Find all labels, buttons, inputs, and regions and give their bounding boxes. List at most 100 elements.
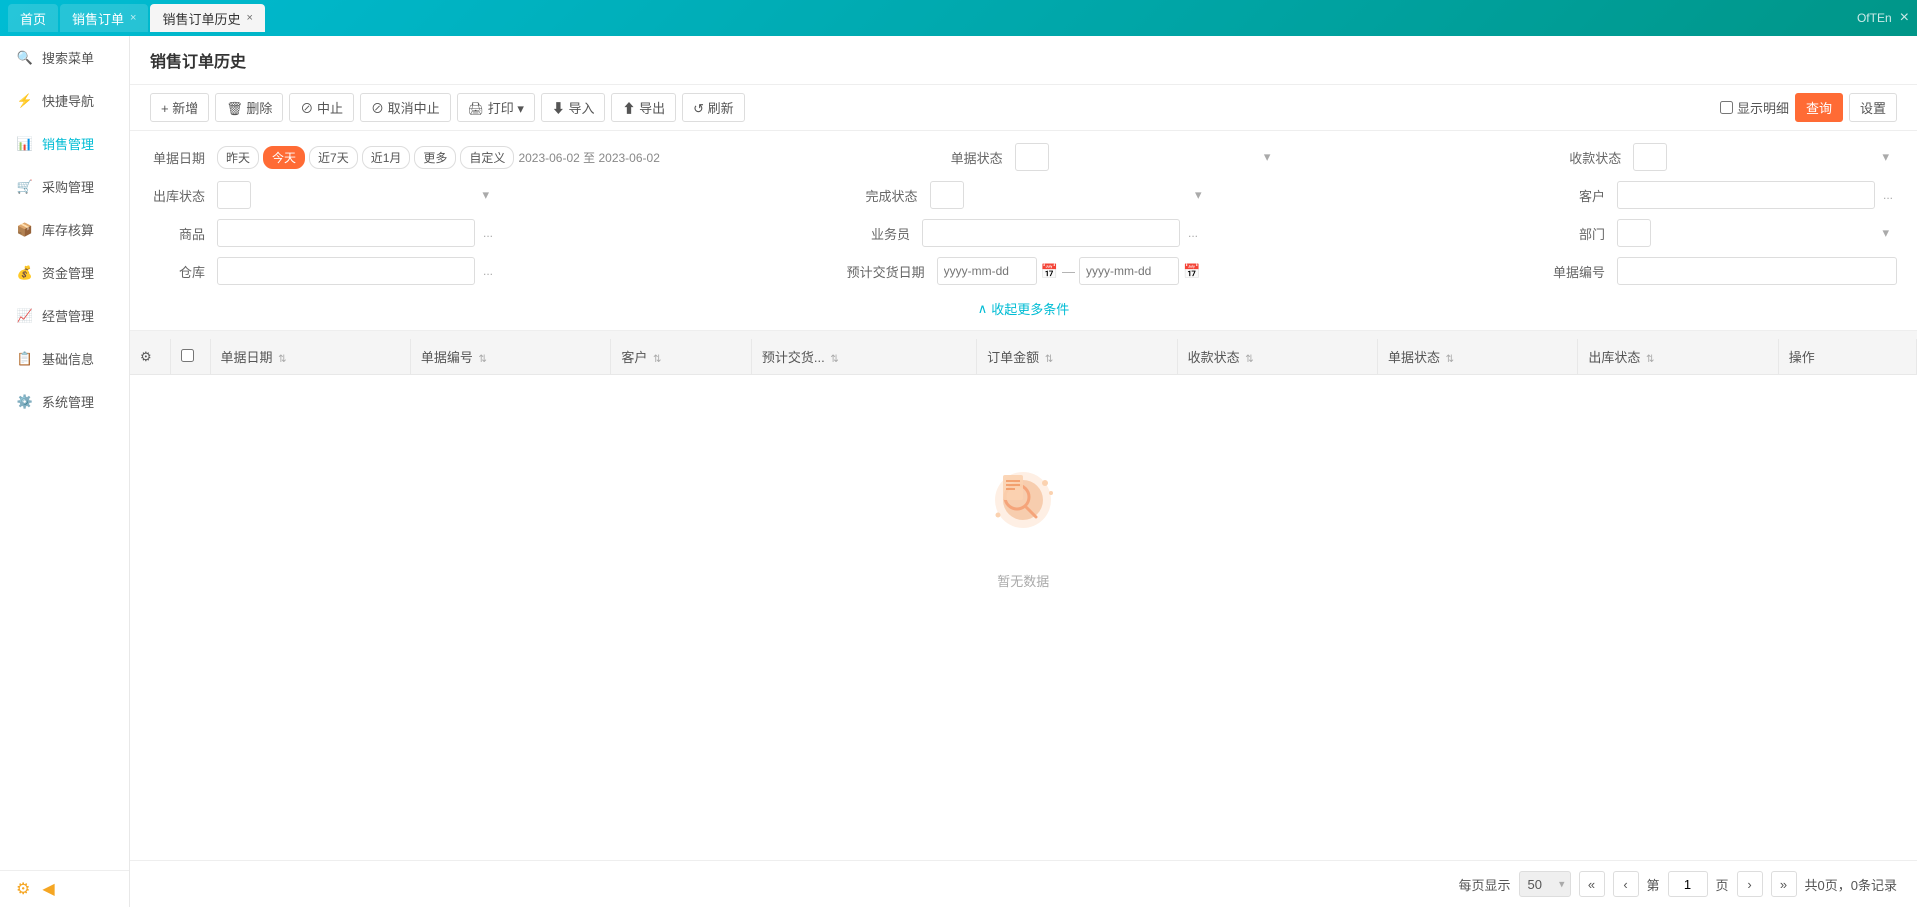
sidebar-bottom: ⚙ ◀ [0, 870, 129, 907]
sidebar-settings-icon[interactable]: ⚙ [16, 879, 30, 899]
page-number-input[interactable] [1668, 871, 1708, 897]
sort-icon-number: ⇅ [479, 354, 487, 365]
empty-text: 暂无数据 [997, 571, 1049, 590]
salesman-input[interactable] [922, 219, 1180, 247]
dept-select[interactable] [1617, 219, 1651, 247]
date-group: 昨天 今天 近7天 近1月 更多 自定义 2023-06-02 至 2023-0… [217, 146, 660, 169]
date-btn-today[interactable]: 今天 [263, 146, 305, 169]
tab-sales-order-close[interactable]: × [130, 12, 136, 24]
date-btn-more[interactable]: 更多 [414, 146, 456, 169]
expected-date-to[interactable] [1079, 257, 1179, 285]
out-status-select-wrapper [217, 181, 497, 209]
th-settings[interactable]: ⚙ [130, 339, 170, 375]
print-button[interactable]: 🖨 打印 ▾ [457, 93, 535, 122]
refresh-button[interactable]: ↺ 刷新 [682, 93, 745, 122]
next-page-icon: › [1747, 877, 1751, 892]
tab-sales-order[interactable]: 销售订单 × [60, 4, 148, 32]
export-button[interactable]: ⬆ 导出 [611, 93, 676, 122]
sidebar-item-sales-mgmt[interactable]: 📊 销售管理 [0, 122, 129, 165]
display-cols-checkbox-label[interactable]: 显示明细 [1720, 98, 1789, 117]
date-range-display: 2023-06-02 至 2023-06-02 [518, 149, 659, 166]
purchase-mgmt-icon: 🛒 [16, 178, 34, 196]
th-out-status[interactable]: 出库状态 ⇅ [1578, 339, 1778, 375]
window-close-btn[interactable]: × [1900, 9, 1909, 27]
select-all-checkbox[interactable] [181, 349, 194, 362]
sort-icon-doc-status: ⇅ [1446, 354, 1454, 365]
display-cols-label: 显示明细 [1737, 98, 1789, 117]
product-filter-label: 商品 [150, 224, 205, 243]
out-status-filter-label: 出库状态 [150, 186, 205, 205]
prev-page-icon: ‹ [1623, 877, 1627, 892]
sidebar-item-sales-mgmt-label: 销售管理 [42, 134, 94, 153]
empty-state: 暂无数据 [130, 375, 1917, 670]
add-button[interactable]: + 新增 [150, 93, 209, 122]
sidebar-item-purchase-mgmt-label: 采购管理 [42, 177, 94, 196]
customer-more-btn[interactable]: ... [1879, 188, 1897, 202]
stop-button[interactable]: ⊘ 中止 [289, 93, 354, 122]
th-checkbox[interactable] [170, 339, 210, 375]
sidebar-item-purchase-mgmt[interactable]: 🛒 采购管理 [0, 165, 129, 208]
per-page-select[interactable]: 10 20 50 100 [1519, 871, 1571, 897]
sidebar-item-basic-info[interactable]: 📋 基础信息 [0, 337, 129, 380]
query-button[interactable]: 查询 [1795, 93, 1843, 122]
doc-number-input[interactable] [1617, 257, 1897, 285]
tab-sales-order-history[interactable]: 销售订单历史 × [150, 4, 264, 32]
warehouse-input[interactable] [217, 257, 475, 285]
delete-button[interactable]: 🗑 删除 [215, 93, 283, 122]
sidebar-item-finance-mgmt[interactable]: 💰 资金管理 [0, 251, 129, 294]
sidebar-collapse-icon[interactable]: ◀ [42, 879, 54, 899]
th-date[interactable]: 单据日期 ⇅ [210, 339, 410, 375]
expected-date-from[interactable] [937, 257, 1037, 285]
date-btn-last-month[interactable]: 近1月 [362, 146, 411, 169]
table-header: ⚙ 单据日期 ⇅ 单据编号 ⇅ [130, 339, 1917, 375]
next-page-btn[interactable]: › [1737, 871, 1763, 897]
import-button[interactable]: ⬇ 导入 [541, 93, 606, 122]
sidebar-item-search-menu[interactable]: 🔍 搜索菜单 [0, 36, 129, 79]
cal-icon-to[interactable]: 📅 [1183, 263, 1200, 280]
salesman-more-btn[interactable]: ... [1184, 226, 1202, 240]
sidebar-item-system-mgmt-label: 系统管理 [42, 392, 94, 411]
cal-icon-from[interactable]: 📅 [1041, 263, 1058, 280]
prev-page-btn[interactable]: ‹ [1613, 871, 1639, 897]
sidebar-item-operations-mgmt[interactable]: 📈 经营管理 [0, 294, 129, 337]
pagination-bar: 每页显示 10 20 50 100 « ‹ 第 页 › [130, 860, 1917, 907]
display-cols-checkbox[interactable] [1720, 101, 1733, 114]
date-btn-last7[interactable]: 近7天 [309, 146, 358, 169]
tab-sales-order-history-close[interactable]: × [246, 12, 252, 24]
date-filter-label: 单据日期 [150, 148, 205, 167]
customer-input[interactable] [1617, 181, 1875, 209]
th-expected-date[interactable]: 预计交货... ⇅ [751, 339, 976, 375]
sidebar-item-operations-mgmt-label: 经营管理 [42, 306, 94, 325]
sidebar-item-inventory-mgmt[interactable]: 📦 库存核算 [0, 208, 129, 251]
th-receipt-status[interactable]: 收款状态 ⇅ [1177, 339, 1377, 375]
complete-status-filter-label: 完成状态 [863, 186, 918, 205]
last-page-btn[interactable]: » [1771, 871, 1797, 897]
complete-status-select[interactable] [930, 181, 964, 209]
th-amount[interactable]: 订单金额 ⇅ [977, 339, 1177, 375]
sort-icon-expected-date: ⇅ [830, 354, 838, 365]
sort-icon-receipt-status: ⇅ [1245, 354, 1253, 365]
first-page-btn[interactable]: « [1579, 871, 1605, 897]
product-more-btn[interactable]: ... [479, 226, 497, 240]
tab-home[interactable]: 首页 [8, 4, 58, 32]
th-customer[interactable]: 客户 ⇅ [611, 339, 752, 375]
cancel-stop-button[interactable]: ⊘ 取消中止 [360, 93, 451, 122]
th-doc-status[interactable]: 单据状态 ⇅ [1377, 339, 1577, 375]
date-btn-yesterday[interactable]: 昨天 [217, 146, 259, 169]
collapse-btn[interactable]: ∧ 收起更多条件 [978, 299, 1070, 318]
sidebar-item-system-mgmt[interactable]: ⚙️ 系统管理 [0, 380, 129, 423]
warehouse-more-btn[interactable]: ... [479, 264, 497, 278]
total-info: 共0页，0条记录 [1805, 875, 1897, 894]
tab-sales-order-label: 销售订单 [72, 9, 124, 28]
settings-button[interactable]: 设置 [1849, 93, 1897, 122]
date-btn-custom[interactable]: 自定义 [460, 146, 514, 169]
sidebar-item-quick-nav[interactable]: ⚡ 快捷导航 [0, 79, 129, 122]
topbar-right: OfTEn × [1857, 9, 1909, 27]
doc-status-filter-label: 单据状态 [948, 148, 1003, 167]
basic-info-icon: 📋 [16, 350, 34, 368]
doc-status-select[interactable] [1015, 143, 1049, 171]
receipt-status-select[interactable] [1633, 143, 1667, 171]
th-number[interactable]: 单据编号 ⇅ [410, 339, 610, 375]
out-status-select[interactable] [217, 181, 251, 209]
product-input[interactable] [217, 219, 475, 247]
